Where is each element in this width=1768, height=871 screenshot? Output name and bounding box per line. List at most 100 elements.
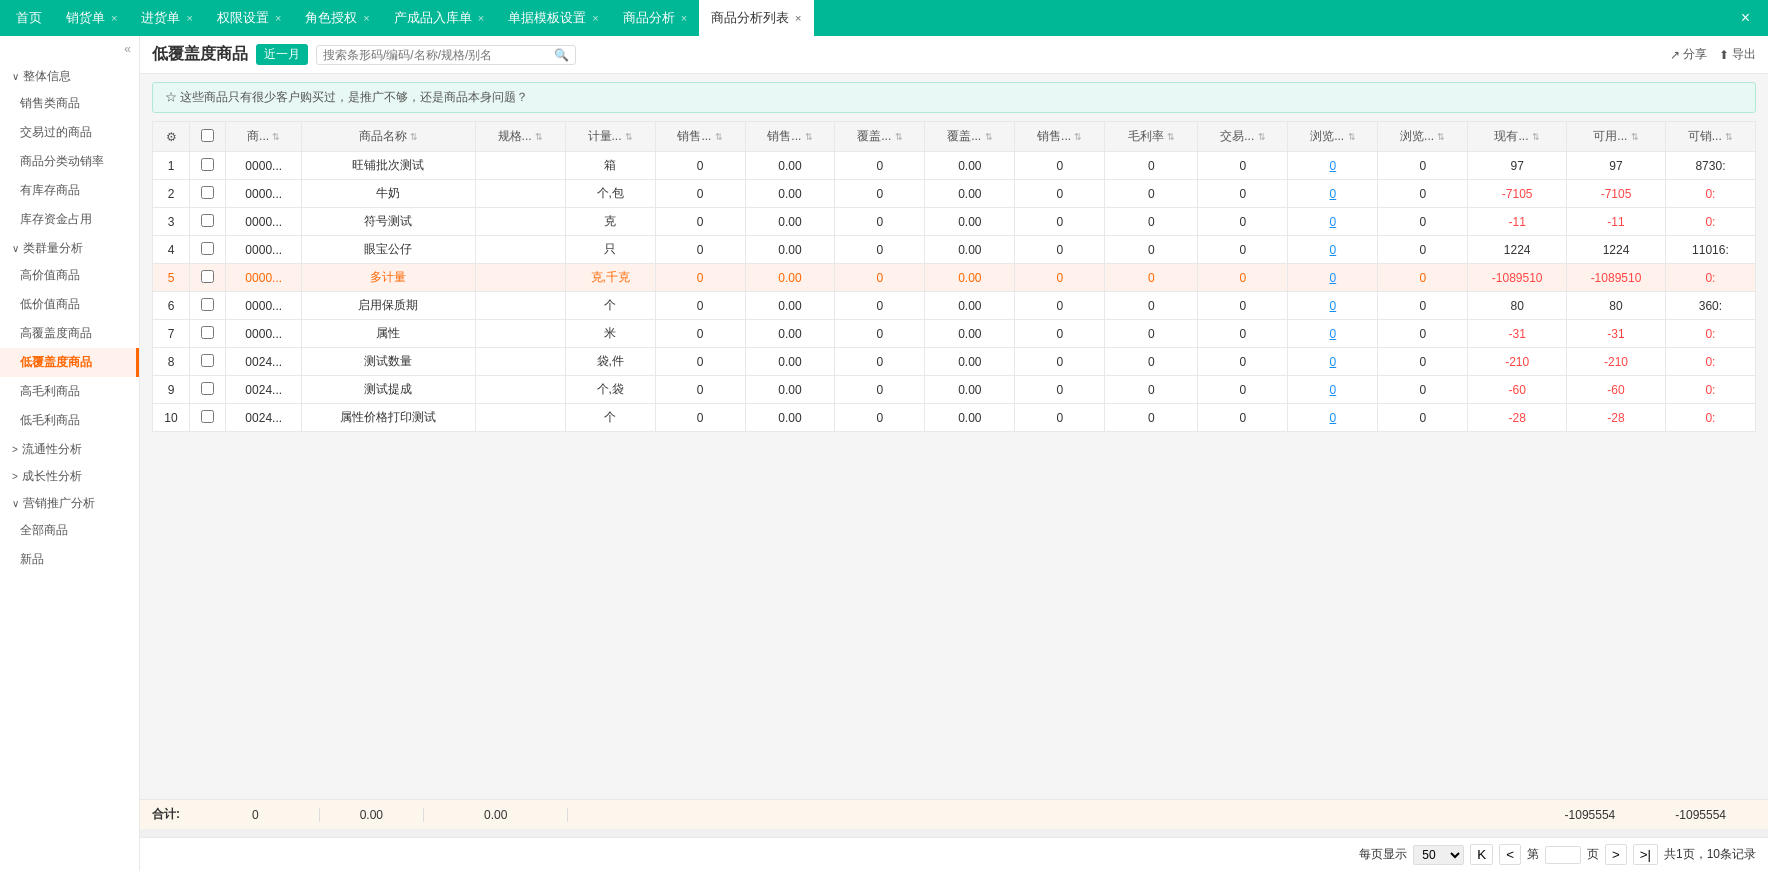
spec-column-header[interactable]: 规格... ⇅ xyxy=(475,122,565,152)
current-page-input[interactable]: 1 xyxy=(1545,846,1581,864)
nav-purchase-order[interactable]: 进货单 × xyxy=(129,0,204,36)
sidebar-section-marketing[interactable]: ∨ 营销推广分析 xyxy=(0,489,139,516)
row-spec xyxy=(475,236,565,264)
last-page-button[interactable]: >| xyxy=(1633,844,1658,865)
sidebar-item-low-coverage[interactable]: 低覆盖度商品 xyxy=(0,348,139,377)
row-browse1[interactable]: 0 xyxy=(1288,180,1378,208)
select-all-checkbox[interactable] xyxy=(201,129,214,142)
sidebar-section-group-analysis[interactable]: ∨ 类群量分析 xyxy=(0,234,139,261)
nav-close-icon[interactable]: × xyxy=(275,12,281,24)
search-icon[interactable]: 🔍 xyxy=(554,48,569,62)
per-page-select[interactable]: 2050100 xyxy=(1413,845,1464,865)
nav-permissions[interactable]: 权限设置 × xyxy=(205,0,293,36)
code-column-header[interactable]: 商... ⇅ xyxy=(226,122,302,152)
row-checkbox[interactable] xyxy=(190,292,226,320)
row-checkbox[interactable] xyxy=(190,264,226,292)
nav-product-analysis[interactable]: 商品分析 × xyxy=(611,0,699,36)
sidebar-item-inventory-products[interactable]: 有库存商品 xyxy=(0,176,139,205)
period-button[interactable]: 近一月 xyxy=(256,44,308,65)
row-available: -1089510 xyxy=(1567,264,1666,292)
row-gross-rate: 0 xyxy=(1105,152,1198,180)
sidebar-item-traded-products[interactable]: 交易过的商品 xyxy=(0,118,139,147)
share-button[interactable]: ↗ 分享 xyxy=(1670,46,1707,63)
row-sales-amount: 0.00 xyxy=(745,152,835,180)
nav-template-settings[interactable]: 单据模板设置 × xyxy=(496,0,610,36)
row-trade: 0 xyxy=(1198,348,1288,376)
sales-days-column-header[interactable]: 销售... ⇅ xyxy=(1015,122,1105,152)
row-checkbox[interactable] xyxy=(190,208,226,236)
sidebar-section-growth[interactable]: > 成长性分析 xyxy=(0,462,139,489)
checkbox-column-header[interactable] xyxy=(190,122,226,152)
row-checkbox[interactable] xyxy=(190,180,226,208)
coverage2-column-header[interactable]: 覆盖... ⇅ xyxy=(925,122,1015,152)
row-checkbox[interactable] xyxy=(190,404,226,432)
sidebar-toggle-button[interactable]: « xyxy=(0,36,139,62)
row-browse1[interactable]: 0 xyxy=(1288,208,1378,236)
row-checkbox[interactable] xyxy=(190,348,226,376)
row-sales-amount: 0.00 xyxy=(745,376,835,404)
sidebar-item-sales-products[interactable]: 销售类商品 xyxy=(0,89,139,118)
unit-column-header[interactable]: 计量... ⇅ xyxy=(565,122,655,152)
horizontal-scrollbar[interactable] xyxy=(140,829,1768,837)
trade-column-header[interactable]: 交易... ⇅ xyxy=(1198,122,1288,152)
nav-close-icon[interactable]: × xyxy=(363,12,369,24)
row-browse2: 0 xyxy=(1378,180,1468,208)
nav-close-icon[interactable]: × xyxy=(186,12,192,24)
row-name: 测试数量 xyxy=(302,348,476,376)
available-column-header[interactable]: 可用... ⇅ xyxy=(1567,122,1666,152)
prev-page-button[interactable]: < xyxy=(1499,844,1521,865)
nav-close-icon[interactable]: × xyxy=(592,12,598,24)
row-checkbox[interactable] xyxy=(190,236,226,264)
sales-amount-column-header[interactable]: 销售... ⇅ xyxy=(745,122,835,152)
row-browse1[interactable]: 0 xyxy=(1288,404,1378,432)
row-sales-days: 0 xyxy=(1015,404,1105,432)
current-column-header[interactable]: 现有... ⇅ xyxy=(1468,122,1567,152)
sidebar-item-new-products[interactable]: 新品 xyxy=(0,545,139,574)
nav-close-icon[interactable]: × xyxy=(795,12,801,24)
sellable-column-header[interactable]: 可销... ⇅ xyxy=(1665,122,1755,152)
sidebar-section-circulation[interactable]: > 流通性分析 xyxy=(0,435,139,462)
sidebar-item-high-profit[interactable]: 高毛利商品 xyxy=(0,377,139,406)
settings-column-header[interactable]: ⚙ xyxy=(153,122,190,152)
window-close-button[interactable]: × xyxy=(1727,9,1764,27)
row-browse1[interactable]: 0 xyxy=(1288,264,1378,292)
name-column-header[interactable]: 商品名称 ⇅ xyxy=(302,122,476,152)
row-checkbox[interactable] xyxy=(190,152,226,180)
sidebar-item-low-value[interactable]: 低价值商品 xyxy=(0,290,139,319)
row-browse1[interactable]: 0 xyxy=(1288,236,1378,264)
nav-close-icon[interactable]: × xyxy=(681,12,687,24)
sidebar-section-overall[interactable]: ∨ 整体信息 xyxy=(0,62,139,89)
nav-product-warehouse[interactable]: 产成品入库单 × xyxy=(382,0,496,36)
sidebar-item-high-coverage[interactable]: 高覆盖度商品 xyxy=(0,319,139,348)
sidebar-item-low-profit[interactable]: 低毛利商品 xyxy=(0,406,139,435)
nav-close-icon[interactable]: × xyxy=(111,12,117,24)
nav-sales-order[interactable]: 销货单 × xyxy=(54,0,129,36)
sales-count-column-header[interactable]: 销售... ⇅ xyxy=(655,122,745,152)
row-browse1[interactable]: 0 xyxy=(1288,292,1378,320)
row-browse1[interactable]: 0 xyxy=(1288,376,1378,404)
nav-role-auth[interactable]: 角色授权 × xyxy=(293,0,381,36)
row-code: 0024... xyxy=(226,404,302,432)
browse2-column-header[interactable]: 浏览... ⇅ xyxy=(1378,122,1468,152)
sidebar-item-inventory-capital[interactable]: 库存资金占用 xyxy=(0,205,139,234)
row-browse2: 0 xyxy=(1378,264,1468,292)
row-code: 0000... xyxy=(226,292,302,320)
export-button[interactable]: ⬆ 导出 xyxy=(1719,46,1756,63)
nav-close-icon[interactable]: × xyxy=(478,12,484,24)
gross-rate-column-header[interactable]: 毛利率 ⇅ xyxy=(1105,122,1198,152)
browse1-column-header[interactable]: 浏览... ⇅ xyxy=(1288,122,1378,152)
nav-product-analysis-list[interactable]: 商品分析列表 × xyxy=(699,0,813,36)
row-browse1[interactable]: 0 xyxy=(1288,152,1378,180)
sidebar-item-high-value[interactable]: 高价值商品 xyxy=(0,261,139,290)
sidebar-item-category-turnover[interactable]: 商品分类动销率 xyxy=(0,147,139,176)
row-checkbox[interactable] xyxy=(190,376,226,404)
row-checkbox[interactable] xyxy=(190,320,226,348)
sidebar-item-all-products[interactable]: 全部商品 xyxy=(0,516,139,545)
search-input[interactable] xyxy=(323,48,554,62)
row-browse1[interactable]: 0 xyxy=(1288,348,1378,376)
row-browse1[interactable]: 0 xyxy=(1288,320,1378,348)
nav-home[interactable]: 首页 xyxy=(4,0,54,36)
first-page-button[interactable]: K xyxy=(1470,844,1493,865)
next-page-button[interactable]: > xyxy=(1605,844,1627,865)
coverage1-column-header[interactable]: 覆盖... ⇅ xyxy=(835,122,925,152)
